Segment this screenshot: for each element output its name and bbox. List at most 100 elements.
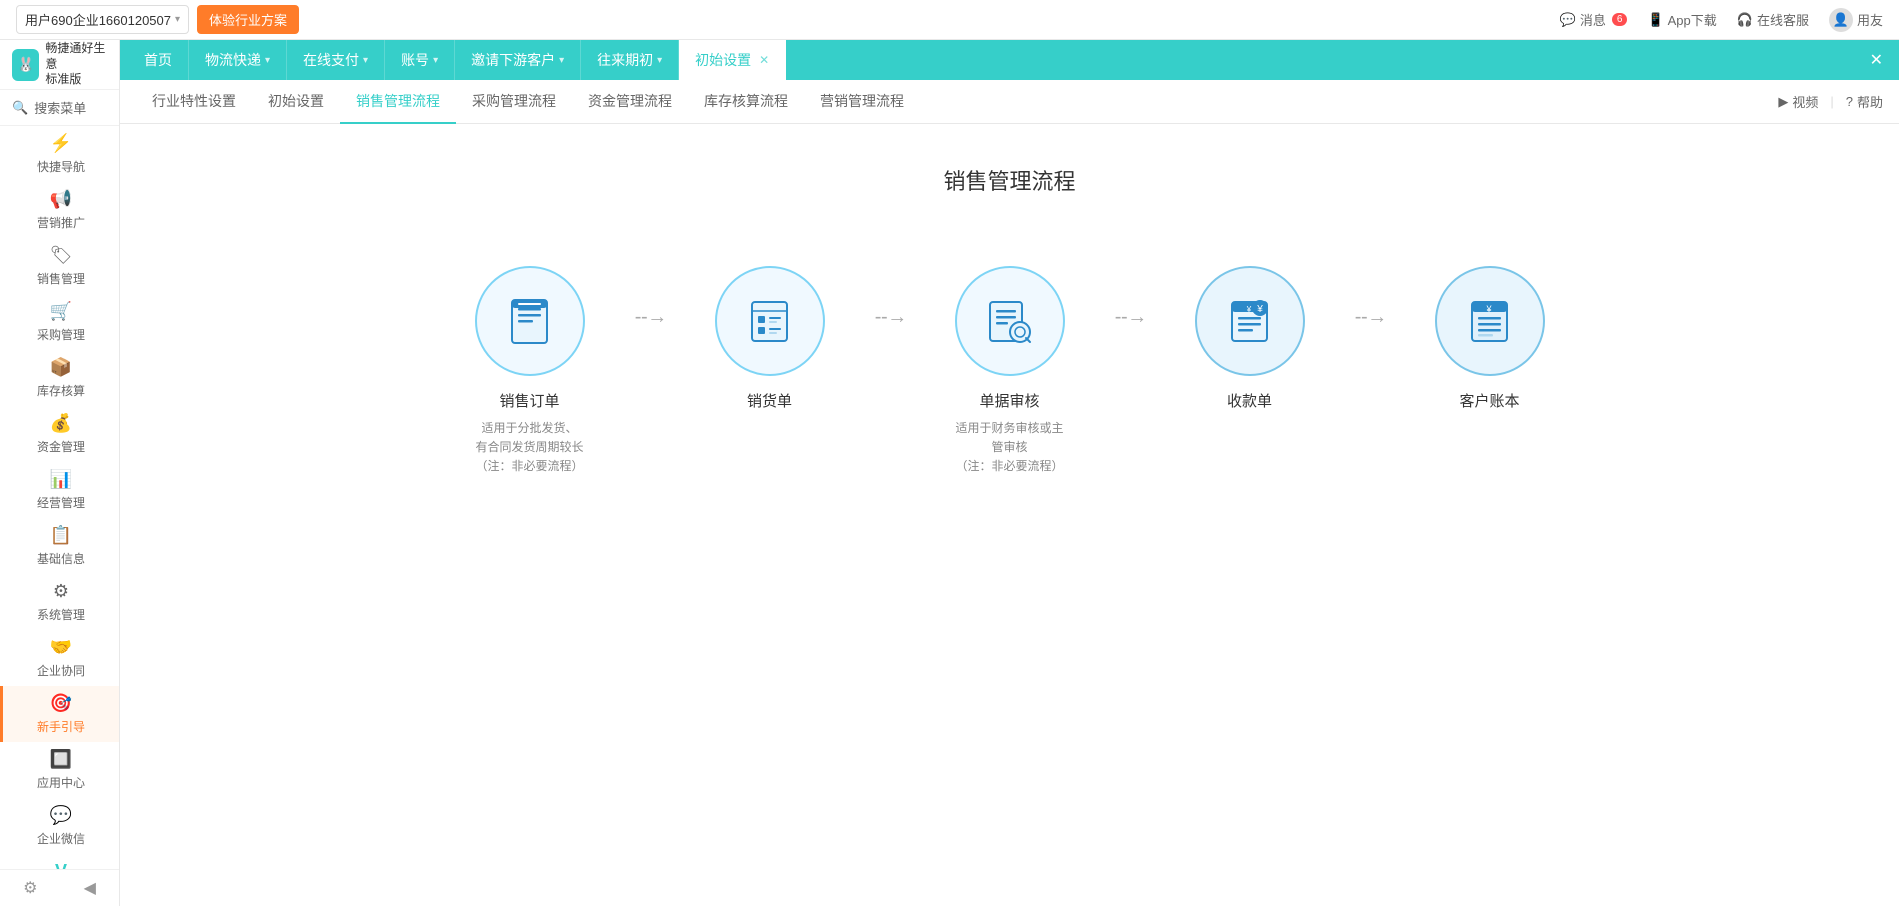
subtab-marketing-flow-label: 营销管理流程 xyxy=(820,91,904,111)
sidebar-item-yingyong[interactable]: 🔲 应用中心 xyxy=(0,742,119,798)
main-content: 首页 物流快递 ▾ 在线支付 ▾ 账号 ▾ 邀请下游客户 ▾ 往来期初 ▾ xyxy=(120,40,1899,906)
xiaoshou-icon: 🏷 xyxy=(50,245,73,266)
qiye-icon: 🤝 xyxy=(50,637,72,658)
tab-account-arrow: ▾ xyxy=(433,55,438,66)
collapse-icon[interactable]: ◀ xyxy=(84,878,96,898)
subtab-inventory-flow[interactable]: 库存核算流程 xyxy=(688,80,804,124)
weixin-label: 企业微信 xyxy=(37,830,85,847)
arrow-3-icon: - - → xyxy=(1115,306,1144,329)
top-bar: 用户690企业1660120507 ▾ 体验行业方案 💬 消息 6 📱 App下… xyxy=(0,0,1899,40)
user-selector[interactable]: 用户690企业1660120507 ▾ xyxy=(16,5,189,34)
divider: | xyxy=(1830,94,1833,109)
flow-item-delivery: 销货单 xyxy=(680,266,860,419)
top-bar-right: 💬 消息 6 📱 App下载 🎧 在线客服 👤 用友 xyxy=(1560,8,1883,32)
sidebar-item-yingxiao[interactable]: 📢 营销推广 xyxy=(0,182,119,238)
sidebar-item-xitong[interactable]: ⚙ 系统管理 xyxy=(0,574,119,630)
tab-logistics-arrow: ▾ xyxy=(265,55,270,66)
yingyong-icon: 🔲 xyxy=(50,749,72,770)
audit-desc: 适用于财务审核或主管审核（注：非必要流程） xyxy=(955,419,1063,477)
tab-account[interactable]: 账号 ▾ xyxy=(385,40,455,80)
tab-payment[interactable]: 在线支付 ▾ xyxy=(287,40,385,80)
sales-order-circle[interactable] xyxy=(475,266,585,376)
kucun-label: 库存核算 xyxy=(37,382,85,399)
account-circle[interactable]: ¥ xyxy=(1435,266,1545,376)
jichu-label: 基础信息 xyxy=(37,550,85,567)
tab-invite-label: 邀请下游客户 xyxy=(471,50,555,70)
subtab-purchase-flow-label: 采购管理流程 xyxy=(472,91,556,111)
subtab-purchase-flow[interactable]: 采购管理流程 xyxy=(456,80,572,124)
subtab-initial-label: 初始设置 xyxy=(268,91,324,111)
online-service-item[interactable]: 🎧 在线客服 xyxy=(1737,10,1809,29)
audit-icon xyxy=(982,294,1037,349)
app-icon: 📱 xyxy=(1647,12,1663,28)
help-item[interactable]: ? 帮助 xyxy=(1846,92,1883,111)
user-item[interactable]: 👤 用友 xyxy=(1829,8,1883,32)
logo-icon: 🐰 xyxy=(12,49,39,81)
account-icon: ¥ xyxy=(1462,294,1517,349)
subtab-inventory-flow-label: 库存核算流程 xyxy=(704,91,788,111)
sidebar-item-caigou[interactable]: 🛒 采购管理 xyxy=(0,294,119,350)
sidebar-item-kucun[interactable]: 📦 库存核算 xyxy=(0,350,119,406)
tab-logistics[interactable]: 物流快递 ▾ xyxy=(189,40,287,80)
receipt-circle[interactable]: ¥ ¥ xyxy=(1195,266,1305,376)
search-icon: 🔍 xyxy=(12,100,28,116)
flow-arrow-4: - - → xyxy=(1340,266,1400,329)
xiaoshou-label: 销售管理 xyxy=(37,270,85,287)
tab-home[interactable]: 首页 xyxy=(128,40,189,80)
subtab-initial[interactable]: 初始设置 xyxy=(252,80,340,124)
nav-close-right-icon[interactable]: ✕ xyxy=(1862,50,1891,70)
tab-initial-close-icon[interactable]: ✕ xyxy=(759,53,769,67)
sidebar-item-xiaoshou[interactable]: 🏷 销售管理 xyxy=(0,238,119,294)
sidebar-item-weixin[interactable]: 💬 企业微信 xyxy=(0,798,119,854)
help-icon: ? xyxy=(1846,94,1853,109)
flow-arrow-2: - - → xyxy=(860,266,920,329)
sidebar-item-jichu[interactable]: 📋 基础信息 xyxy=(0,518,119,574)
tab-period[interactable]: 往来期初 ▾ xyxy=(581,40,679,80)
flow-arrow-1: - - → xyxy=(620,266,680,329)
sidebar-item-kuaijie[interactable]: ⚡ 快捷导航 xyxy=(0,126,119,182)
kuaijie-icon: ⚡ xyxy=(50,133,72,154)
subtab-marketing-flow[interactable]: 营销管理流程 xyxy=(804,80,920,124)
tab-payment-arrow: ▾ xyxy=(363,55,368,66)
tab-invite[interactable]: 邀请下游客户 ▾ xyxy=(455,40,581,80)
app-download-item[interactable]: 📱 App下载 xyxy=(1647,10,1716,29)
xitong-icon: ⚙ xyxy=(53,581,69,602)
subtab-finance-flow[interactable]: 资金管理流程 xyxy=(572,80,688,124)
sidebar-item-hui[interactable]: V 畅会员 xyxy=(0,854,119,869)
audit-label: 单据审核 xyxy=(979,390,1039,411)
logo-title: 畅捷通好生意 xyxy=(45,41,107,72)
tab-period-label: 往来期初 xyxy=(597,50,653,70)
tab-logistics-label: 物流快递 xyxy=(205,50,261,70)
subtab-sales-flow-label: 销售管理流程 xyxy=(356,91,440,111)
svg-text:¥: ¥ xyxy=(1246,305,1252,314)
video-help-item[interactable]: ▶ 视频 xyxy=(1778,92,1818,111)
delivery-circle[interactable] xyxy=(715,266,825,376)
sub-tabs-right: ▶ 视频 | ? 帮助 xyxy=(1778,92,1883,111)
sidebar-item-jingying[interactable]: 📊 经营管理 xyxy=(0,462,119,518)
subtab-sales-flow[interactable]: 销售管理流程 xyxy=(340,80,456,124)
audit-circle[interactable] xyxy=(955,266,1065,376)
service-icon: 🎧 xyxy=(1737,12,1753,28)
xinshou-label: 新手引导 xyxy=(37,718,85,735)
tab-account-label: 账号 xyxy=(401,50,429,70)
hui-icon: V xyxy=(55,861,67,869)
account-label: 客户账本 xyxy=(1459,390,1519,411)
jingying-label: 经营管理 xyxy=(37,494,85,511)
sidebar-item-qiye[interactable]: 🤝 企业协同 xyxy=(0,630,119,686)
message-item[interactable]: 💬 消息 6 xyxy=(1560,10,1628,29)
jichu-icon: 📋 xyxy=(50,525,72,546)
tab-initial-settings[interactable]: 初始设置 ✕ xyxy=(679,40,786,80)
svg-text:¥: ¥ xyxy=(1485,304,1492,314)
sidebar-item-xinshou[interactable]: 🎯 新手引导 xyxy=(0,686,119,742)
sidebar-search[interactable]: 🔍 搜索菜单 xyxy=(0,90,119,126)
yingyong-label: 应用中心 xyxy=(37,774,85,791)
video-icon: ▶ xyxy=(1778,94,1788,110)
sales-order-label: 销售订单 xyxy=(499,390,559,411)
sidebar-item-zijin[interactable]: 💰 资金管理 xyxy=(0,406,119,462)
flow-container: 销售订单 适用于分批发货、有合同发货周期较长（注：非必要流程） - - → xyxy=(140,246,1879,497)
trial-button[interactable]: 体验行业方案 xyxy=(197,5,299,34)
settings-bottom-icon[interactable]: ⚙ xyxy=(23,878,37,898)
message-icon: 💬 xyxy=(1560,12,1576,28)
subtab-industry[interactable]: 行业特性设置 xyxy=(136,80,252,124)
tab-invite-arrow: ▾ xyxy=(559,55,564,66)
